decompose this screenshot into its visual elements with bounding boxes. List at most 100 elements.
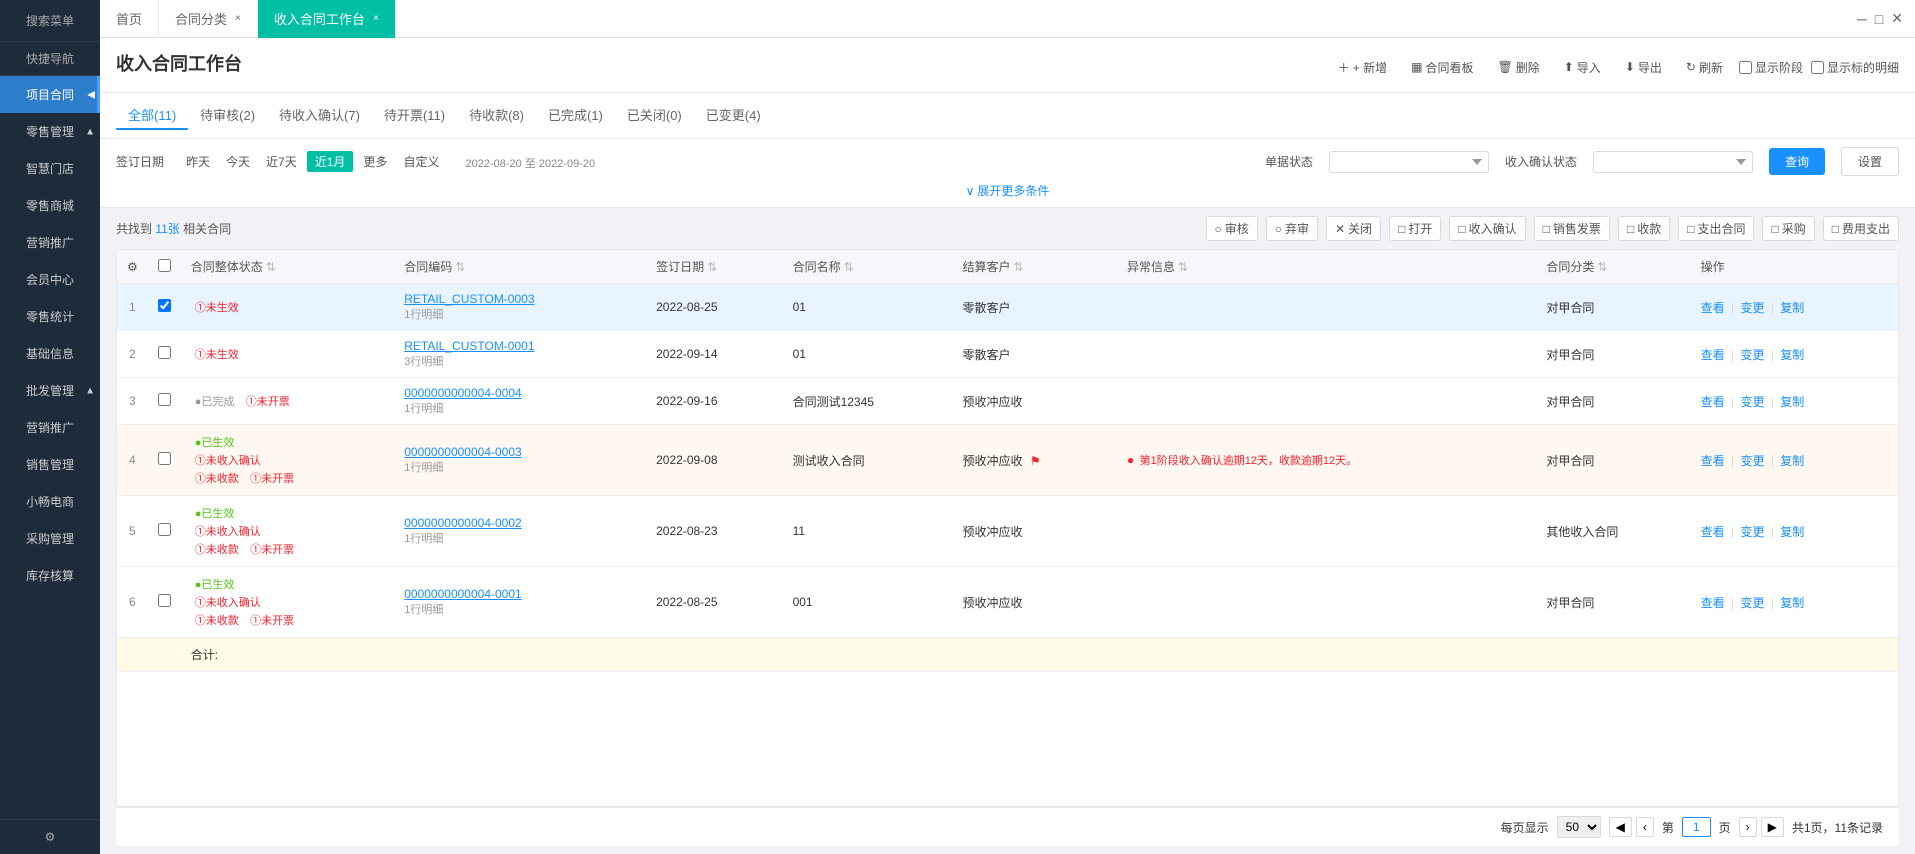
contract-code-link[interactable]: 0000000000004-0003 — [404, 445, 636, 459]
outgoing-button[interactable]: □ 支出合同 — [1678, 216, 1754, 241]
sidebar-item-sales-mgmt[interactable]: 销售管理 — [0, 446, 100, 483]
filter-tab-all[interactable]: 全部(11) — [116, 101, 188, 130]
query-button[interactable]: 查询 — [1769, 148, 1825, 175]
contract-code-link[interactable]: RETAIL_CUSTOM-0001 — [404, 339, 636, 353]
tab-close-icon[interactable]: × — [373, 13, 379, 24]
filter-tab-pending-review[interactable]: 待审核(2) — [188, 101, 267, 130]
sales-invoice-button[interactable]: □ 销售发票 — [1534, 216, 1610, 241]
col-sign-date[interactable]: 签订日期⇅ — [646, 250, 782, 284]
tab-home[interactable]: 首页 — [100, 0, 159, 38]
sidebar-search[interactable]: 搜索菜单 — [0, 0, 100, 42]
sidebar-item-smart-store[interactable]: 智慧门店 — [0, 150, 100, 187]
contract-code-link[interactable]: 0000000000004-0002 — [404, 516, 636, 530]
col-exception[interactable]: 异常信息⇅ — [1117, 250, 1536, 284]
sidebar-item-purchase[interactable]: 采购管理 — [0, 520, 100, 557]
filter-tab-changed[interactable]: 已变更(4) — [694, 101, 773, 130]
next-page-button[interactable]: › — [1739, 817, 1757, 837]
tab-income-workbench[interactable]: 收入合同工作台 × — [258, 0, 396, 38]
page-size-select[interactable]: 50 — [1557, 816, 1601, 838]
row-checkbox[interactable] — [158, 594, 171, 607]
copy-link[interactable]: 复制 — [1780, 395, 1804, 409]
sidebar-quicknav[interactable]: 快捷导航 — [0, 42, 100, 76]
payment-button[interactable]: □ 收款 — [1618, 216, 1670, 241]
sidebar-item-retail[interactable]: 零售管理 ▲ — [0, 113, 100, 150]
first-page-button[interactable]: ◀ — [1609, 817, 1632, 837]
last7-btn[interactable]: 近7天 — [260, 151, 303, 172]
sidebar-item-wholesale[interactable]: 批发管理 ▲ — [0, 372, 100, 409]
today-btn[interactable]: 今天 — [220, 151, 256, 172]
import-button[interactable]: ⬆ 导入 — [1556, 55, 1609, 80]
sidebar-settings-icon[interactable]: ⚙ — [0, 819, 100, 854]
open-button[interactable]: □ 打开 — [1389, 216, 1441, 241]
new-button[interactable]: ＋ + 新增 — [1330, 55, 1395, 80]
tab-close-icon[interactable]: × — [235, 13, 241, 24]
row-checkbox[interactable] — [158, 299, 171, 312]
view-link[interactable]: 查看 — [1701, 525, 1725, 539]
contract-code-link[interactable]: 0000000000004-0001 — [404, 587, 636, 601]
col-name[interactable]: 合同名称⇅ — [783, 250, 953, 284]
select-all-checkbox[interactable] — [158, 259, 171, 272]
filter-tab-closed[interactable]: 已关闭(0) — [615, 101, 694, 130]
filter-tab-pending-invoice[interactable]: 待开票(11) — [372, 101, 457, 130]
view-link[interactable]: 查看 — [1701, 454, 1725, 468]
edit-link[interactable]: 变更 — [1740, 301, 1764, 315]
copy-link[interactable]: 复制 — [1780, 596, 1804, 610]
edit-link[interactable]: 变更 — [1740, 348, 1764, 362]
col-code[interactable]: 合同编码⇅ — [394, 250, 646, 284]
sidebar-item-project[interactable]: 项目合同 ◀ — [0, 76, 100, 113]
copy-link[interactable]: 复制 — [1780, 348, 1804, 362]
abandon-review-button[interactable]: ○ 弃审 — [1266, 216, 1318, 241]
edit-link[interactable]: 变更 — [1740, 395, 1764, 409]
edit-link[interactable]: 变更 — [1740, 454, 1764, 468]
income-confirm-button[interactable]: □ 收入确认 — [1449, 216, 1525, 241]
edit-link[interactable]: 变更 — [1740, 525, 1764, 539]
view-link[interactable]: 查看 — [1701, 395, 1725, 409]
minimize-button[interactable]: ─ — [1857, 11, 1867, 27]
maximize-button[interactable]: □ — [1875, 11, 1883, 27]
edit-link[interactable]: 变更 — [1740, 596, 1764, 610]
row-checkbox[interactable] — [158, 393, 171, 406]
view-link[interactable]: 查看 — [1701, 596, 1725, 610]
filter-settings-button[interactable]: 设置 — [1841, 147, 1899, 176]
show-detail-checkbox[interactable]: 显示标的明细 — [1811, 59, 1899, 76]
col-status[interactable]: 合同整体状态⇅ — [181, 250, 394, 284]
close-button[interactable]: ✕ 关闭 — [1326, 216, 1381, 241]
review-button[interactable]: ○ 审核 — [1206, 216, 1258, 241]
show-stage-checkbox[interactable]: 显示阶段 — [1739, 59, 1803, 76]
current-page[interactable]: 1 — [1682, 817, 1711, 837]
last-page-button[interactable]: ▶ — [1761, 817, 1784, 837]
export-button[interactable]: ⬇ 导出 — [1617, 55, 1670, 80]
prev-page-button[interactable]: ‹ — [1636, 817, 1654, 837]
kanban-button[interactable]: ▦ 合同看板 — [1403, 55, 1481, 80]
sidebar-item-retail-stat[interactable]: 零售统计 — [0, 298, 100, 335]
copy-link[interactable]: 复制 — [1780, 525, 1804, 539]
expense-button[interactable]: □ 费用支出 — [1823, 216, 1899, 241]
close-button[interactable]: ✕ — [1891, 10, 1903, 27]
sidebar-item-inventory[interactable]: 库存核算 — [0, 557, 100, 594]
view-link[interactable]: 查看 — [1701, 301, 1725, 315]
filter-tab-completed[interactable]: 已完成(1) — [536, 101, 615, 130]
contract-code-link[interactable]: RETAIL_CUSTOM-0003 — [404, 292, 636, 306]
sidebar-item-marketing[interactable]: 营销推广 — [0, 224, 100, 261]
income-confirm-select[interactable] — [1593, 151, 1753, 173]
sidebar-item-marketing2[interactable]: 营销推广 — [0, 409, 100, 446]
copy-link[interactable]: 复制 — [1780, 454, 1804, 468]
row-checkbox[interactable] — [158, 523, 171, 536]
contract-code-link[interactable]: 0000000000004-0004 — [404, 386, 636, 400]
col-customer[interactable]: 结算客户⇅ — [953, 250, 1117, 284]
row-checkbox[interactable] — [158, 452, 171, 465]
view-link[interactable]: 查看 — [1701, 348, 1725, 362]
filter-tab-pending-income-confirm[interactable]: 待收入确认(7) — [267, 101, 372, 130]
row-checkbox[interactable] — [158, 346, 171, 359]
purchase-button[interactable]: □ 采购 — [1762, 216, 1814, 241]
refresh-button[interactable]: ↻ 刷新 — [1678, 55, 1731, 80]
sidebar-item-xc-ecommerce[interactable]: 小畅电商 — [0, 483, 100, 520]
expand-filter-button[interactable]: ∨ 展开更多条件 — [966, 182, 1050, 199]
col-settings[interactable]: ⚙ — [117, 250, 148, 284]
col-category[interactable]: 合同分类⇅ — [1536, 250, 1690, 284]
sidebar-item-retail-mall[interactable]: 零售商城 — [0, 187, 100, 224]
filter-tab-pending-payment[interactable]: 待收款(8) — [457, 101, 536, 130]
more-btn[interactable]: 更多 — [357, 151, 393, 172]
custom-btn[interactable]: 自定义 — [397, 151, 445, 172]
sidebar-item-member[interactable]: 会员中心 — [0, 261, 100, 298]
